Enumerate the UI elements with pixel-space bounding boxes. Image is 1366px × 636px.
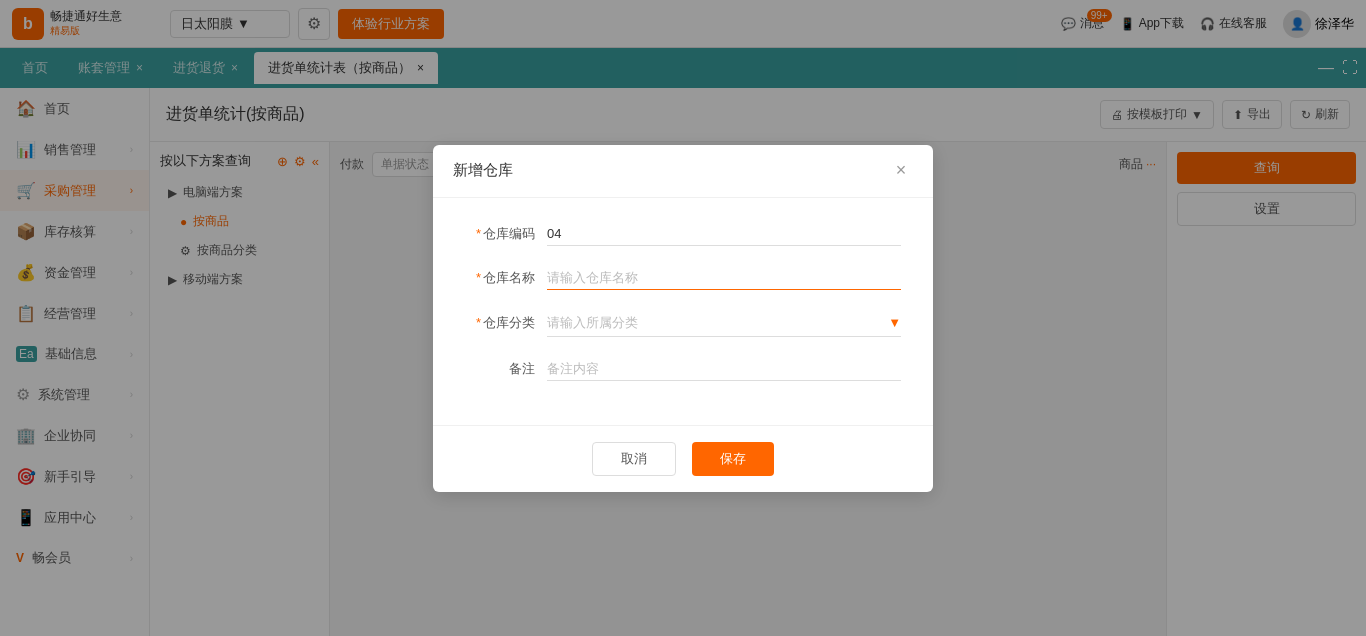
- modal-body: *仓库编码 *仓库名称 *仓库分类 请输入所属分类 ▼: [433, 198, 933, 425]
- warehouse-remark-field: 备注: [465, 357, 901, 381]
- warehouse-remark-label: 备注: [465, 360, 535, 378]
- required-star-3: *: [476, 315, 481, 330]
- warehouse-category-label: *仓库分类: [465, 314, 535, 332]
- save-button[interactable]: 保存: [692, 442, 774, 476]
- modal-close-button[interactable]: ×: [889, 159, 913, 183]
- warehouse-category-select[interactable]: 请输入所属分类 ▼: [547, 310, 901, 337]
- required-star-1: *: [476, 226, 481, 241]
- warehouse-category-field: *仓库分类 请输入所属分类 ▼: [465, 310, 901, 337]
- modal-footer: 取消 保存: [433, 425, 933, 492]
- warehouse-remark-input[interactable]: [547, 357, 901, 381]
- modal-header: 新增仓库 ×: [433, 145, 933, 198]
- warehouse-code-field: *仓库编码: [465, 222, 901, 246]
- required-star-2: *: [476, 270, 481, 285]
- category-chevron-icon: ▼: [888, 315, 901, 330]
- warehouse-code-input[interactable]: [547, 222, 901, 246]
- modal-overlay: 新增仓库 × *仓库编码 *仓库名称 *仓库分类: [0, 0, 1366, 636]
- warehouse-category-placeholder: 请输入所属分类: [547, 314, 638, 332]
- cancel-button[interactable]: 取消: [592, 442, 676, 476]
- warehouse-name-label: *仓库名称: [465, 269, 535, 287]
- warehouse-code-label: *仓库编码: [465, 225, 535, 243]
- new-warehouse-modal: 新增仓库 × *仓库编码 *仓库名称 *仓库分类: [433, 145, 933, 492]
- warehouse-name-input[interactable]: [547, 266, 901, 290]
- warehouse-name-field: *仓库名称: [465, 266, 901, 290]
- modal-title: 新增仓库: [453, 161, 513, 180]
